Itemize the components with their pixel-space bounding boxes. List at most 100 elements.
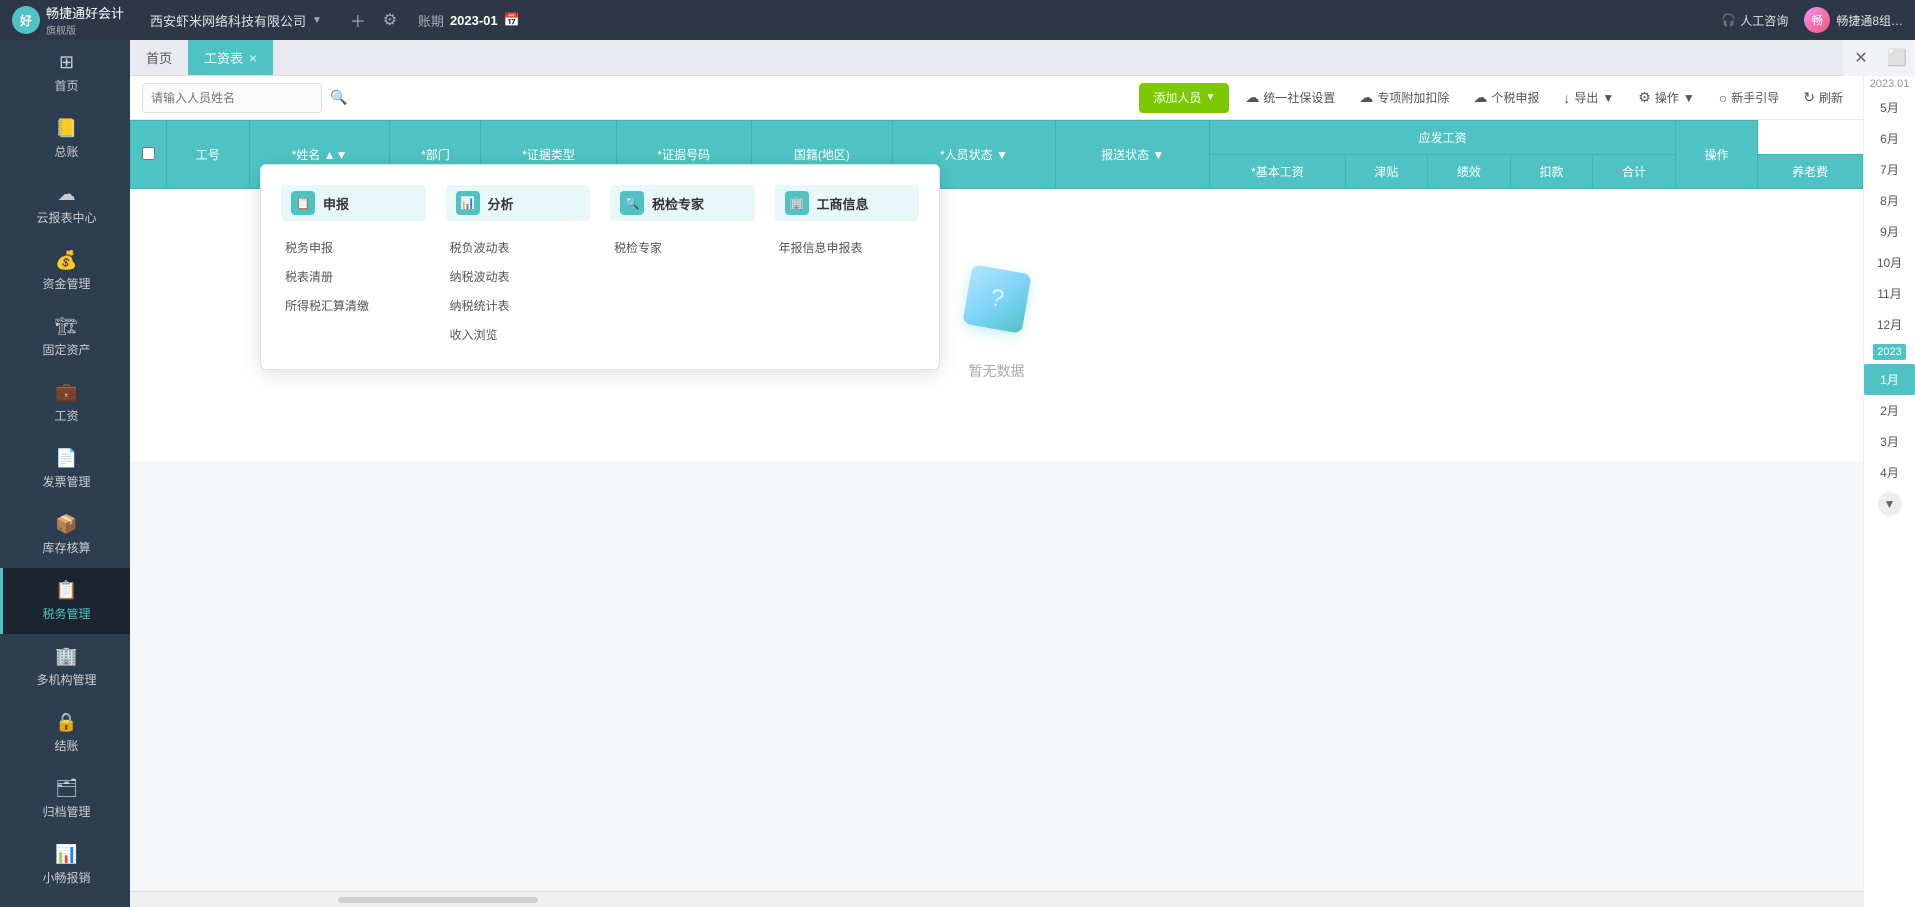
sidebar-item-home[interactable]: ⊞ 首页 — [0, 40, 130, 106]
dropdown-item-tax-table[interactable]: 税表清册 — [281, 262, 426, 291]
tab-close-icon[interactable]: × — [249, 51, 257, 65]
sidebar-label-tax: 税务管理 — [42, 605, 90, 622]
company-name: 西安虾米网络科技有限公司 — [150, 11, 306, 30]
business-icon: 🏢 — [785, 191, 809, 215]
window-restore-button[interactable]: ⬜ — [1879, 40, 1915, 76]
logo-icon: 好 — [12, 6, 40, 34]
sidebar-label-payroll: 工资 — [54, 407, 78, 424]
user-name: 畅捷通8组… — [1836, 12, 1903, 29]
sidebar-item-archive[interactable]: 🗂 归档管理 — [0, 766, 130, 832]
date-month-6[interactable]: 6月 — [1864, 123, 1915, 154]
app-name-group: 畅捷通好会计 旗舰版 — [46, 3, 124, 37]
multi-org-icon: 🏢 — [55, 646, 77, 667]
sidebar-item-xiaochang[interactable]: 📊 小畅报销 — [0, 832, 130, 898]
top-bar: 好 畅捷通好会计 旗舰版 西安虾米网络科技有限公司 ▼ ＋ ⚙ 账期 2023-… — [0, 0, 1915, 40]
date-month-3[interactable]: 3月 — [1864, 426, 1915, 457]
date-month-7[interactable]: 7月 — [1864, 154, 1915, 185]
sidebar-item-cloud-report[interactable]: ☁ 云报表中心 — [0, 172, 130, 238]
tab-payroll-label: 工资表 — [204, 48, 243, 67]
export-button[interactable]: ↓ 导出 ▼ — [1555, 83, 1622, 113]
sidebar-item-tax[interactable]: 📋 税务管理 — [0, 568, 130, 634]
dropdown-item-tax-stats[interactable]: 纳税统计表 — [446, 291, 591, 320]
sidebar-item-multi-org[interactable]: 🏢 多机构管理 — [0, 634, 130, 700]
company-selector[interactable]: 西安虾米网络科技有限公司 ▼ — [142, 11, 330, 30]
search-button[interactable]: 🔍 — [330, 89, 347, 106]
date-month-5[interactable]: 5月 — [1864, 92, 1915, 123]
social-insurance-button[interactable]: ☁ 统一社保设置 — [1237, 83, 1343, 113]
dropdown-item-income-browse[interactable]: 收入浏览 — [446, 320, 591, 349]
date-month-2[interactable]: 2月 — [1864, 395, 1915, 426]
th-action: 操作 — [1675, 121, 1758, 189]
user-button[interactable]: 畅 畅捷通8组… — [1804, 7, 1903, 33]
date-month-12[interactable]: 12月 — [1864, 309, 1915, 340]
dropdown-item-income-tax[interactable]: 所得税汇算清缴 — [281, 291, 426, 320]
th-deduction: 扣款 — [1510, 155, 1593, 189]
dropdown-item-tax-payment[interactable]: 纳税波动表 — [446, 262, 591, 291]
sidebar-label-multi-org: 多机构管理 — [36, 671, 96, 688]
declaration-icon: 📋 — [291, 191, 315, 215]
th-total: 合计 — [1593, 155, 1676, 189]
horizontal-scrollbar[interactable] — [338, 897, 538, 903]
new-guide-button[interactable]: ○ 新手引导 — [1711, 83, 1787, 113]
special-deduction-label: 专项附加扣除 — [1377, 89, 1449, 106]
sidebar-label-fund: 资金管理 — [42, 275, 90, 292]
date-month-9[interactable]: 9月 — [1864, 216, 1915, 247]
tab-payroll[interactable]: 工资表 × — [188, 40, 273, 75]
top-bar-right: 🎧 人工咨询 畅 畅捷通8组… — [1721, 7, 1903, 33]
th-performance: 绩效 — [1428, 155, 1511, 189]
th-subsidy: 津贴 — [1345, 155, 1428, 189]
tab-home[interactable]: 首页 — [130, 40, 188, 75]
inventory-icon: 📦 — [55, 514, 77, 535]
tax-report-button[interactable]: ☁ 个税申报 — [1465, 83, 1547, 113]
declaration-header: 📋 申报 — [281, 185, 426, 221]
window-close-button[interactable]: ✕ — [1843, 40, 1879, 76]
date-month-4[interactable]: 4月 — [1864, 457, 1915, 488]
date-month-11[interactable]: 11月 — [1864, 278, 1915, 309]
tax-report-label: 个税申报 — [1491, 89, 1539, 106]
operations-arrow: ▼ — [1683, 91, 1695, 105]
social-insurance-icon: ☁ — [1245, 89, 1259, 106]
sidebar-label-assets: 固定资产 — [42, 341, 90, 358]
new-guide-icon: ○ — [1719, 90, 1727, 106]
business-header: 🏢 工商信息 — [775, 185, 920, 221]
th-pension: 养老费 — [1758, 155, 1863, 189]
content-area: 首页 工资表 × 🔍 添加人员 ▼ ☁ 统一社保设置 ☁ 专项附加扣除 — [130, 40, 1863, 907]
sidebar-item-assets[interactable]: 🏗 固定资产 — [0, 304, 130, 370]
export-arrow: ▼ — [1602, 91, 1614, 105]
dropdown-item-annual-report[interactable]: 年报信息申报表 — [775, 233, 920, 262]
assets-icon: 🏗 — [55, 316, 78, 337]
select-all-checkbox[interactable] — [142, 147, 155, 160]
dropdown-item-tax-burden[interactable]: 税负波动表 — [446, 233, 591, 262]
checkbox-header[interactable] — [131, 121, 167, 189]
special-deduction-button[interactable]: ☁ 专项附加扣除 — [1351, 83, 1457, 113]
sidebar-item-invoice[interactable]: 📄 发票管理 — [0, 436, 130, 502]
date-month-1[interactable]: 1月 — [1864, 364, 1915, 395]
date-month-10[interactable]: 10月 — [1864, 247, 1915, 278]
date-month-8[interactable]: 8月 — [1864, 185, 1915, 216]
dropdown-item-tax-expert[interactable]: 税检专家 — [610, 233, 755, 262]
sidebar-label-archive: 归档管理 — [42, 803, 90, 820]
sidebar-item-fund[interactable]: 💰 资金管理 — [0, 238, 130, 304]
sidebar-item-inventory[interactable]: 📦 库存核算 — [0, 502, 130, 568]
dropdown-section-business: 🏢 工商信息 年报信息申报表 — [775, 185, 920, 349]
refresh-button[interactable]: ↻ 刷新 — [1795, 83, 1851, 113]
search-input[interactable] — [142, 83, 322, 113]
period-label: 账期 — [418, 11, 444, 30]
add-icon[interactable]: ＋ — [346, 8, 370, 32]
company-arrow-icon: ▼ — [312, 15, 322, 26]
settings-icon[interactable]: ⚙ — [378, 8, 402, 32]
operations-button[interactable]: ⚙ 操作 ▼ — [1630, 83, 1702, 113]
dropdown-item-tax-report[interactable]: 税务申报 — [281, 233, 426, 262]
sidebar-item-payroll[interactable]: 💼 工资 — [0, 370, 130, 436]
sidebar-item-ledger[interactable]: 📒 总账 — [0, 106, 130, 172]
new-guide-label: 新手引导 — [1731, 89, 1779, 106]
date-panel: ▲ 2023.01 5月 6月 7月 8月 9月 10月 11月 12月 202… — [1863, 40, 1915, 907]
date-nav-down[interactable]: ▼ — [1878, 492, 1902, 516]
sidebar-item-closing[interactable]: 🔒 结账 — [0, 700, 130, 766]
help-button[interactable]: 🎧 人工咨询 — [1721, 12, 1788, 29]
calendar-icon[interactable]: 📅 — [504, 12, 520, 28]
sidebar-item-settings[interactable]: ⚙ 基础设置 — [0, 898, 130, 907]
export-icon: ↓ — [1563, 90, 1570, 106]
app-name: 畅捷通好会计 — [46, 3, 124, 22]
add-person-button[interactable]: 添加人员 ▼ — [1139, 83, 1229, 113]
